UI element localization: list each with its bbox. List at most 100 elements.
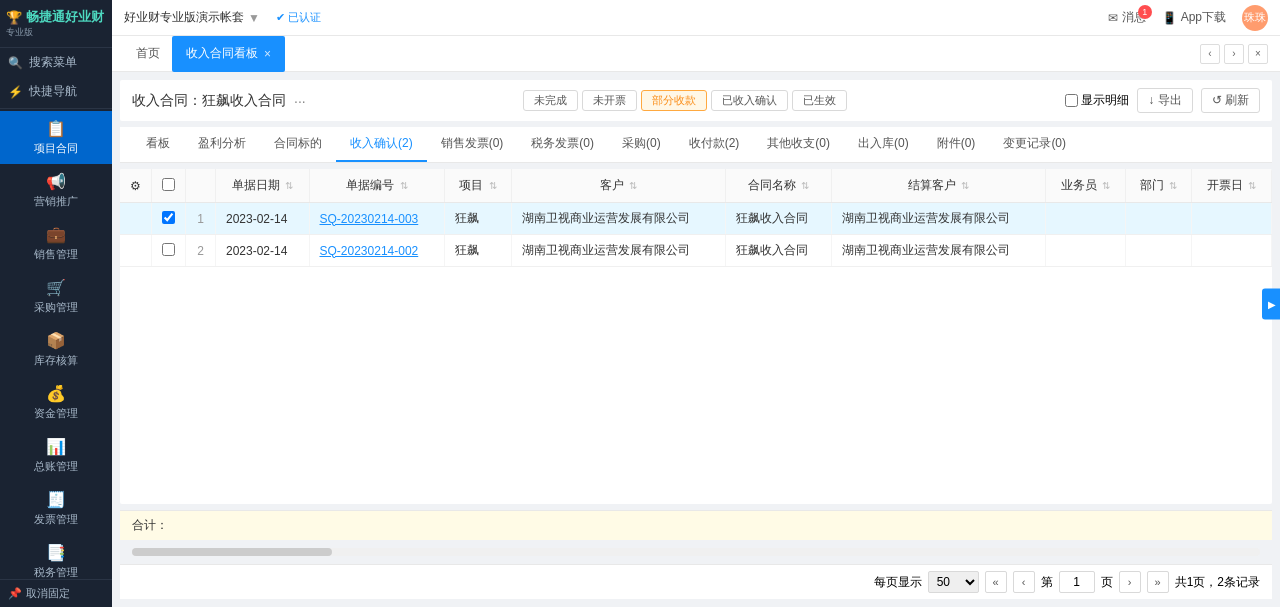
row1-settings xyxy=(120,203,152,235)
row1-checkbox[interactable] xyxy=(162,211,175,224)
subtab-change-log[interactable]: 变更记录(0) xyxy=(989,127,1080,162)
row2-doc-no[interactable]: SQ-20230214-002 xyxy=(309,235,445,267)
row2-num: 2 xyxy=(186,235,216,267)
topbar: 好业财专业版演示帐套 ▼ ✔ 已认证 ✉ 1 消息 📱 App下载 珠珠 xyxy=(112,0,1280,36)
income-confirm-table: ⚙ 单据日期 ⇅ 单据编号 ⇅ xyxy=(120,169,1272,267)
more-options-button[interactable]: ··· xyxy=(294,93,306,109)
col-project[interactable]: 项目 ⇅ xyxy=(445,169,511,203)
sidebar-item-project-contract[interactable]: 📋 项目合同 xyxy=(0,111,112,164)
show-detail-input[interactable] xyxy=(1065,94,1078,107)
first-page-button[interactable]: « xyxy=(985,571,1007,593)
status-no-invoice[interactable]: 未开票 xyxy=(582,90,637,111)
tab-next-button[interactable]: › xyxy=(1224,44,1244,64)
export-button[interactable]: ↓ 导出 xyxy=(1137,88,1192,113)
subtab-profit[interactable]: 盈利分析 xyxy=(184,127,260,162)
status-effective[interactable]: 已生效 xyxy=(792,90,847,111)
sidebar-item-invoice[interactable]: 🧾 发票管理 xyxy=(0,482,112,535)
company-selector[interactable]: 好业财专业版演示帐套 ▼ xyxy=(124,9,260,26)
pin-icon: 📌 xyxy=(8,587,22,600)
subtab-tax-invoice[interactable]: 税务发票(0) xyxy=(517,127,608,162)
subtab-purchase[interactable]: 采购(0) xyxy=(608,127,675,162)
page-number-input[interactable] xyxy=(1059,571,1095,593)
export-icon: ↓ xyxy=(1148,93,1154,107)
col-salesperson[interactable]: 业务员 ⇅ xyxy=(1046,169,1126,203)
col-settings[interactable]: ⚙ xyxy=(120,169,152,203)
status-partial-receipt[interactable]: 部分收款 xyxy=(641,90,707,111)
select-all-checkbox[interactable] xyxy=(162,178,175,191)
settings-icon[interactable]: ⚙ xyxy=(130,179,141,193)
subtab-income-confirm[interactable]: 收入确认(2) xyxy=(336,127,427,162)
company-dropdown-icon: ▼ xyxy=(248,11,260,25)
subtab-attachments[interactable]: 附件(0) xyxy=(923,127,990,162)
tab-income-contract[interactable]: 收入合同看板 × xyxy=(172,36,285,72)
col-contract-name[interactable]: 合同名称 ⇅ xyxy=(726,169,832,203)
row1-open-date xyxy=(1192,203,1272,235)
tab-home[interactable]: 首页 xyxy=(124,45,172,62)
purchase-icon: 🛒 xyxy=(46,278,66,297)
subtab-payment[interactable]: 收付款(2) xyxy=(675,127,754,162)
sidebar-item-tax[interactable]: 📑 税务管理 xyxy=(0,535,112,579)
table-row[interactable]: 1 2023-02-14 SQ-20230214-003 狂飙 湖南卫视商业运营… xyxy=(120,203,1272,235)
pagination: 每页显示 50 100 « ‹ 第 页 › » 共1页，2条记录 xyxy=(120,564,1272,599)
scrollbar-thumb[interactable] xyxy=(132,548,332,556)
row2-settlement-customer: 湖南卫视商业运营发展有限公司 xyxy=(831,235,1045,267)
table-row[interactable]: 2 2023-02-14 SQ-20230214-002 狂飙 湖南卫视商业运营… xyxy=(120,235,1272,267)
sidebar-item-sales[interactable]: 💼 销售管理 xyxy=(0,217,112,270)
next-page-button[interactable]: › xyxy=(1119,571,1141,593)
col-open-date[interactable]: 开票日 ⇅ xyxy=(1192,169,1272,203)
sidebar-bottom-pin[interactable]: 📌 取消固定 xyxy=(0,579,112,607)
sort-project-icon: ⇅ xyxy=(489,180,497,191)
status-incomplete[interactable]: 未完成 xyxy=(523,90,578,111)
per-page-label: 每页显示 xyxy=(874,574,922,591)
col-department[interactable]: 部门 ⇅ xyxy=(1125,169,1191,203)
col-date[interactable]: 单据日期 ⇅ xyxy=(216,169,310,203)
tab-close-all-button[interactable]: × xyxy=(1248,44,1268,64)
subtab-contract-standard[interactable]: 合同标的 xyxy=(260,127,336,162)
subtab-sales-invoice[interactable]: 销售发票(0) xyxy=(427,127,518,162)
sidebar-item-search[interactable]: 🔍 搜索菜单 xyxy=(0,48,112,77)
row2-contract-name: 狂飙收入合同 xyxy=(726,235,832,267)
col-settlement-customer[interactable]: 结算客户 ⇅ xyxy=(831,169,1045,203)
subtab-other-income[interactable]: 其他收支(0) xyxy=(753,127,844,162)
tab-prev-button[interactable]: ‹ xyxy=(1200,44,1220,64)
right-tool-button[interactable]: ▶ xyxy=(1262,288,1280,319)
page-label-after: 页 xyxy=(1101,574,1113,591)
refresh-button[interactable]: ↺ 刷新 xyxy=(1201,88,1260,113)
row1-salesperson xyxy=(1046,203,1126,235)
row2-check[interactable] xyxy=(152,235,186,267)
sort-contract-icon: ⇅ xyxy=(801,180,809,191)
tabbar-controls: ‹ › × xyxy=(1200,44,1268,64)
sidebar-item-general-ledger[interactable]: 📊 总账管理 xyxy=(0,429,112,482)
horizontal-scrollbar[interactable] xyxy=(132,548,1260,556)
main-content: 好业财专业版演示帐套 ▼ ✔ 已认证 ✉ 1 消息 📱 App下载 珠珠 xyxy=(112,0,1280,607)
row1-project: 狂飙 xyxy=(445,203,511,235)
col-customer[interactable]: 客户 ⇅ xyxy=(511,169,725,203)
col-row-num xyxy=(186,169,216,203)
row1-check[interactable] xyxy=(152,203,186,235)
subtab-kanban[interactable]: 看板 xyxy=(132,127,184,162)
certified-check-icon: ✔ xyxy=(276,11,285,24)
quick-nav-icon: ⚡ xyxy=(8,85,23,99)
row2-doc-link[interactable]: SQ-20230214-002 xyxy=(320,244,419,258)
sidebar: 🏆 畅捷通好业财 专业版 🔍 搜索菜单 ⚡ 快捷导航 📋 项目合同 📢 营销推广… xyxy=(0,0,112,607)
app-download-button[interactable]: 📱 App下载 xyxy=(1162,9,1226,26)
sidebar-item-purchase[interactable]: 🛒 采购管理 xyxy=(0,270,112,323)
last-page-button[interactable]: » xyxy=(1147,571,1169,593)
row2-checkbox[interactable] xyxy=(162,243,175,256)
row1-customer: 湖南卫视商业运营发展有限公司 xyxy=(511,203,725,235)
row1-doc-no[interactable]: SQ-20230214-003 xyxy=(309,203,445,235)
show-detail-checkbox[interactable]: 显示明细 xyxy=(1065,92,1129,109)
message-button[interactable]: ✉ 1 消息 xyxy=(1108,9,1146,26)
col-doc-no[interactable]: 单据编号 ⇅ xyxy=(309,169,445,203)
row1-doc-link[interactable]: SQ-20230214-003 xyxy=(320,212,419,226)
prev-page-button[interactable]: ‹ xyxy=(1013,571,1035,593)
status-confirmed[interactable]: 已收入确认 xyxy=(711,90,788,111)
sidebar-item-marketing[interactable]: 📢 营销推广 xyxy=(0,164,112,217)
sidebar-item-quick-nav[interactable]: ⚡ 快捷导航 xyxy=(0,77,112,106)
subtab-warehouse[interactable]: 出入库(0) xyxy=(844,127,923,162)
sidebar-item-capital[interactable]: 💰 资金管理 xyxy=(0,376,112,429)
user-avatar[interactable]: 珠珠 xyxy=(1242,5,1268,31)
sidebar-item-inventory[interactable]: 📦 库存核算 xyxy=(0,323,112,376)
per-page-select[interactable]: 50 100 xyxy=(928,571,979,593)
tab-close-icon[interactable]: × xyxy=(264,47,271,61)
